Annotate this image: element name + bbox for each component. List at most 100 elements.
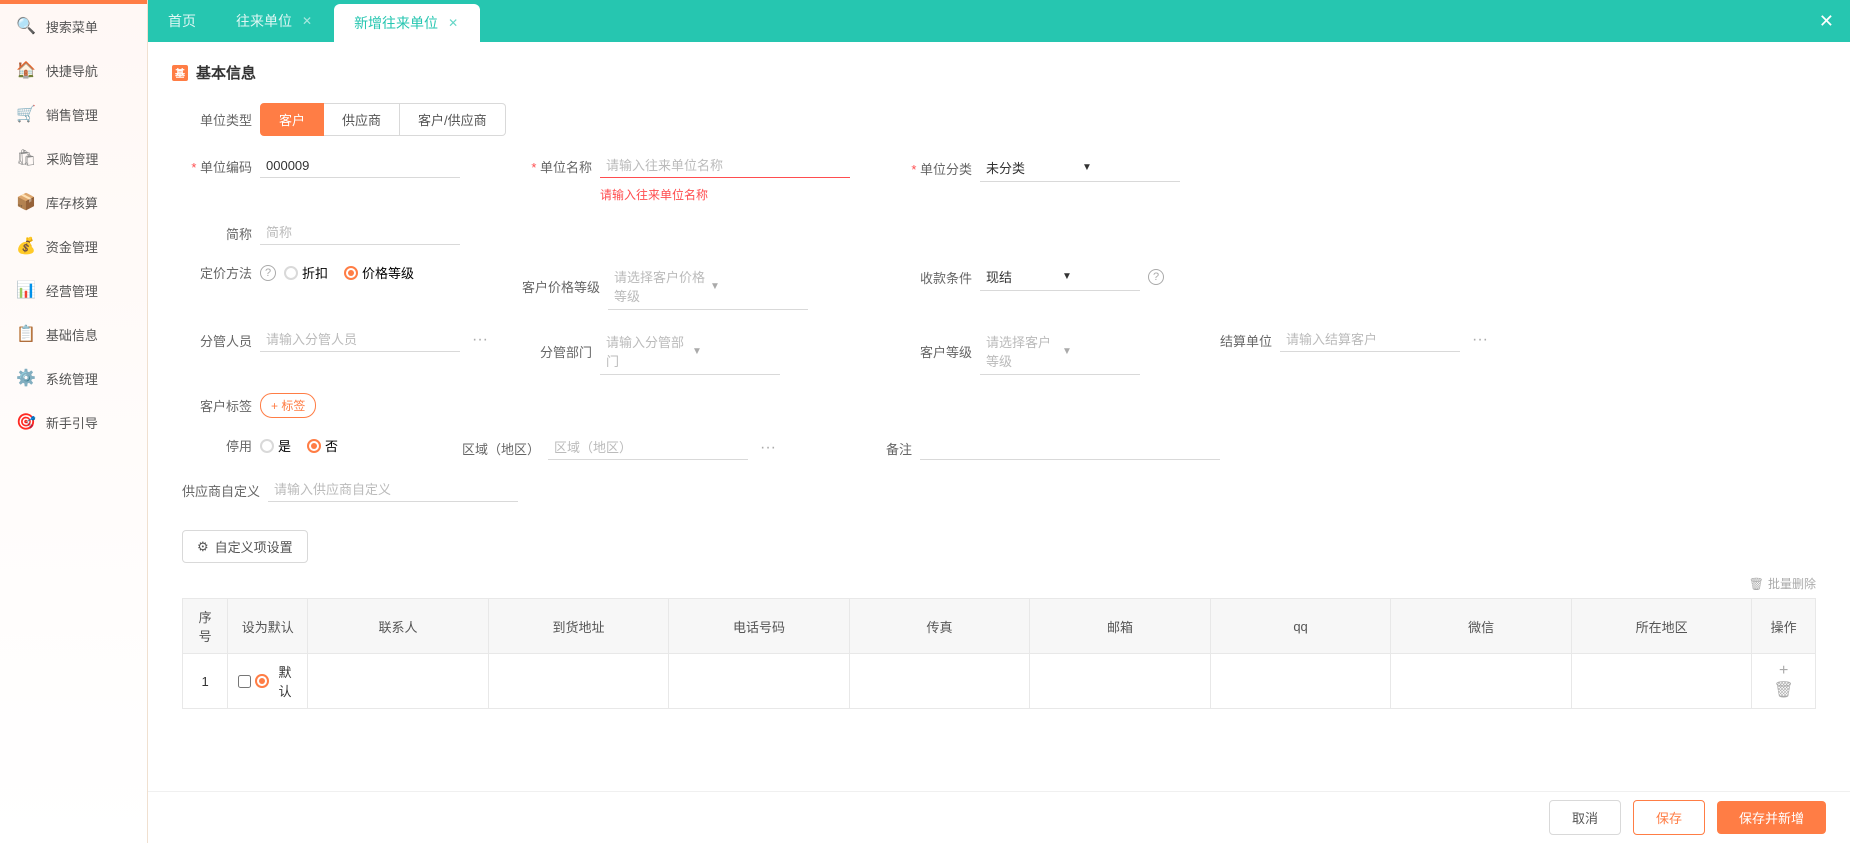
payment-terms-select[interactable]: 现结 ▼ (980, 263, 1140, 291)
type-btn-supplier[interactable]: 供应商 (324, 103, 400, 136)
sidebar-item-basic[interactable]: 📋 基础信息 (0, 312, 147, 356)
radio-discount-circle (284, 266, 298, 280)
radio-price-level[interactable]: 价格等级 (344, 263, 414, 282)
row-default-radio[interactable]: 默认 (255, 662, 297, 700)
system-icon: ⚙️ (16, 368, 36, 388)
payment-terms-label: 收款条件 (902, 268, 972, 287)
tag-add-button[interactable]: + 标签 (260, 393, 316, 418)
sidebar-item-inventory[interactable]: 📦 库存核算 (0, 180, 147, 224)
sidebar-item-newbie[interactable]: 🎯 新手引导 (0, 400, 147, 444)
type-btn-both[interactable]: 客户/供应商 (400, 103, 506, 136)
phone-input[interactable] (687, 671, 831, 691)
tab-new-partner[interactable]: 新增往来单位 ✕ (334, 4, 480, 42)
sidebar-item-label: 系统管理 (46, 369, 98, 388)
form-row-manager: 分管人员 ··· 分管部门 请输入分管部门 ▼ 客户等级 请选择客户等级 ▼ (182, 328, 1816, 375)
unit-category-select[interactable]: 未分类 ▼ (980, 154, 1180, 182)
row-delete-btn[interactable]: 🗑 (1771, 682, 1797, 699)
unit-name-label: 单位名称 (522, 157, 592, 176)
manager-more-btn[interactable]: ··· (468, 331, 492, 349)
region-cell-input[interactable] (1590, 671, 1734, 691)
address-input[interactable] (507, 671, 651, 691)
remark-group: 备注 (842, 436, 1816, 460)
fax-input[interactable] (868, 671, 1012, 691)
supplier-custom-input[interactable] (268, 478, 518, 502)
radio-discount[interactable]: 折扣 (284, 263, 328, 282)
region-more-btn[interactable]: ··· (756, 439, 780, 457)
tab-partner[interactable]: 往来单位 ✕ (216, 0, 334, 42)
settlement-more-btn[interactable]: ··· (1468, 331, 1492, 349)
col-email: 邮箱 (1030, 599, 1210, 654)
qq-input[interactable] (1229, 671, 1373, 691)
payment-terms-group: 收款条件 现结 ▼ ? (902, 263, 1282, 291)
inventory-icon: 📦 (16, 192, 36, 212)
sidebar-item-quicknav[interactable]: 🏠 快捷导航 (0, 48, 147, 92)
dept-select[interactable]: 请输入分管部门 ▼ (600, 328, 780, 375)
cell-phone (669, 654, 849, 709)
tab-bar: 首页 往来单位 ✕ 新增往来单位 ✕ ✕ (148, 0, 1850, 42)
table-actions: 🗑 批量删除 (182, 575, 1816, 592)
sidebar-item-sales[interactable]: 🛒 销售管理 (0, 92, 147, 136)
chevron-down-icon: ▼ (710, 281, 802, 292)
settlement-input[interactable] (1280, 328, 1460, 352)
radio-disabled-yes[interactable]: 是 (260, 436, 291, 455)
radio-disabled-no[interactable]: 否 (307, 436, 338, 455)
cancel-button[interactable]: 取消 (1549, 800, 1621, 835)
dept-group: 分管部门 请输入分管部门 ▼ (522, 328, 902, 375)
custom-settings-section: ⚙ 自定义项设置 (172, 520, 1826, 563)
pricing-radio-group: 折扣 价格等级 (284, 263, 414, 282)
row-add-btn[interactable]: + (1776, 662, 1791, 679)
section-title: 基 基本信息 (172, 62, 1826, 83)
newbie-icon: 🎯 (16, 412, 36, 432)
payment-help-icon[interactable]: ? (1148, 269, 1164, 285)
cell-qq (1210, 654, 1391, 709)
unit-name-input[interactable] (600, 154, 850, 178)
row-checkbox[interactable] (238, 675, 251, 688)
unit-name-error: 请输入往来单位名称 (600, 188, 708, 202)
window-close-button[interactable]: ✕ (1819, 11, 1850, 32)
contact-input[interactable] (326, 671, 470, 691)
wechat-input[interactable] (1409, 671, 1553, 691)
region-input[interactable] (548, 436, 748, 460)
table-row: 1 默认 (183, 654, 1816, 709)
custom-settings-button[interactable]: ⚙ 自定义项设置 (182, 530, 308, 563)
remark-input[interactable] (920, 436, 1220, 460)
email-input[interactable] (1048, 671, 1192, 691)
sidebar-item-operations[interactable]: 📊 经营管理 (0, 268, 147, 312)
manager-input[interactable] (260, 328, 460, 352)
sidebar-item-label: 销售管理 (46, 105, 98, 124)
customer-level-select[interactable]: 请选择客户等级 ▼ (980, 328, 1140, 375)
unit-category-group: 单位分类 未分类 ▼ (902, 154, 1282, 182)
pricing-label: 定价方法 (182, 263, 252, 282)
batch-delete-button[interactable]: 🗑 批量删除 (1749, 575, 1816, 592)
type-btn-customer[interactable]: 客户 (260, 103, 324, 136)
cell-wechat (1391, 654, 1571, 709)
delete-icon: 🗑 (1749, 577, 1764, 591)
save-button[interactable]: 保存 (1633, 800, 1705, 835)
basic-icon: 📋 (16, 324, 36, 344)
disabled-label: 停用 (182, 436, 252, 455)
sidebar-item-system[interactable]: ⚙️ 系统管理 (0, 356, 147, 400)
sidebar-item-finance[interactable]: 💰 资金管理 (0, 224, 147, 268)
tab-partner-close[interactable]: ✕ (300, 12, 314, 30)
tab-new-partner-close[interactable]: ✕ (446, 14, 460, 32)
customer-level-group: 客户等级 请选择客户等级 ▼ (902, 328, 1202, 375)
customer-price-level-select[interactable]: 请选择客户价格等级 ▼ (608, 263, 808, 310)
sidebar-item-search[interactable]: 🔍 搜索菜单 (0, 4, 147, 48)
footer-bar: 取消 保存 保存并新增 (148, 791, 1850, 843)
unit-code-input[interactable] (260, 154, 460, 178)
tab-home[interactable]: 首页 (148, 0, 216, 42)
section-title-icon: 基 (172, 65, 188, 81)
short-name-input[interactable] (260, 221, 460, 245)
sidebar-item-label: 资金管理 (46, 237, 98, 256)
unit-type-buttons: 客户 供应商 客户/供应商 (260, 103, 506, 136)
sidebar-item-purchase[interactable]: 🛍 采购管理 (0, 136, 147, 180)
cell-region (1571, 654, 1751, 709)
region-label: 区域（地区） (462, 439, 540, 458)
col-fax: 传真 (849, 599, 1029, 654)
unit-code-group: 单位编码 (182, 154, 522, 178)
pricing-help-icon[interactable]: ? (260, 265, 276, 281)
unit-code-label: 单位编码 (182, 157, 252, 176)
disabled-group: 停用 是 否 (182, 436, 462, 455)
cell-fax (849, 654, 1029, 709)
save-new-button[interactable]: 保存并新增 (1717, 801, 1826, 834)
